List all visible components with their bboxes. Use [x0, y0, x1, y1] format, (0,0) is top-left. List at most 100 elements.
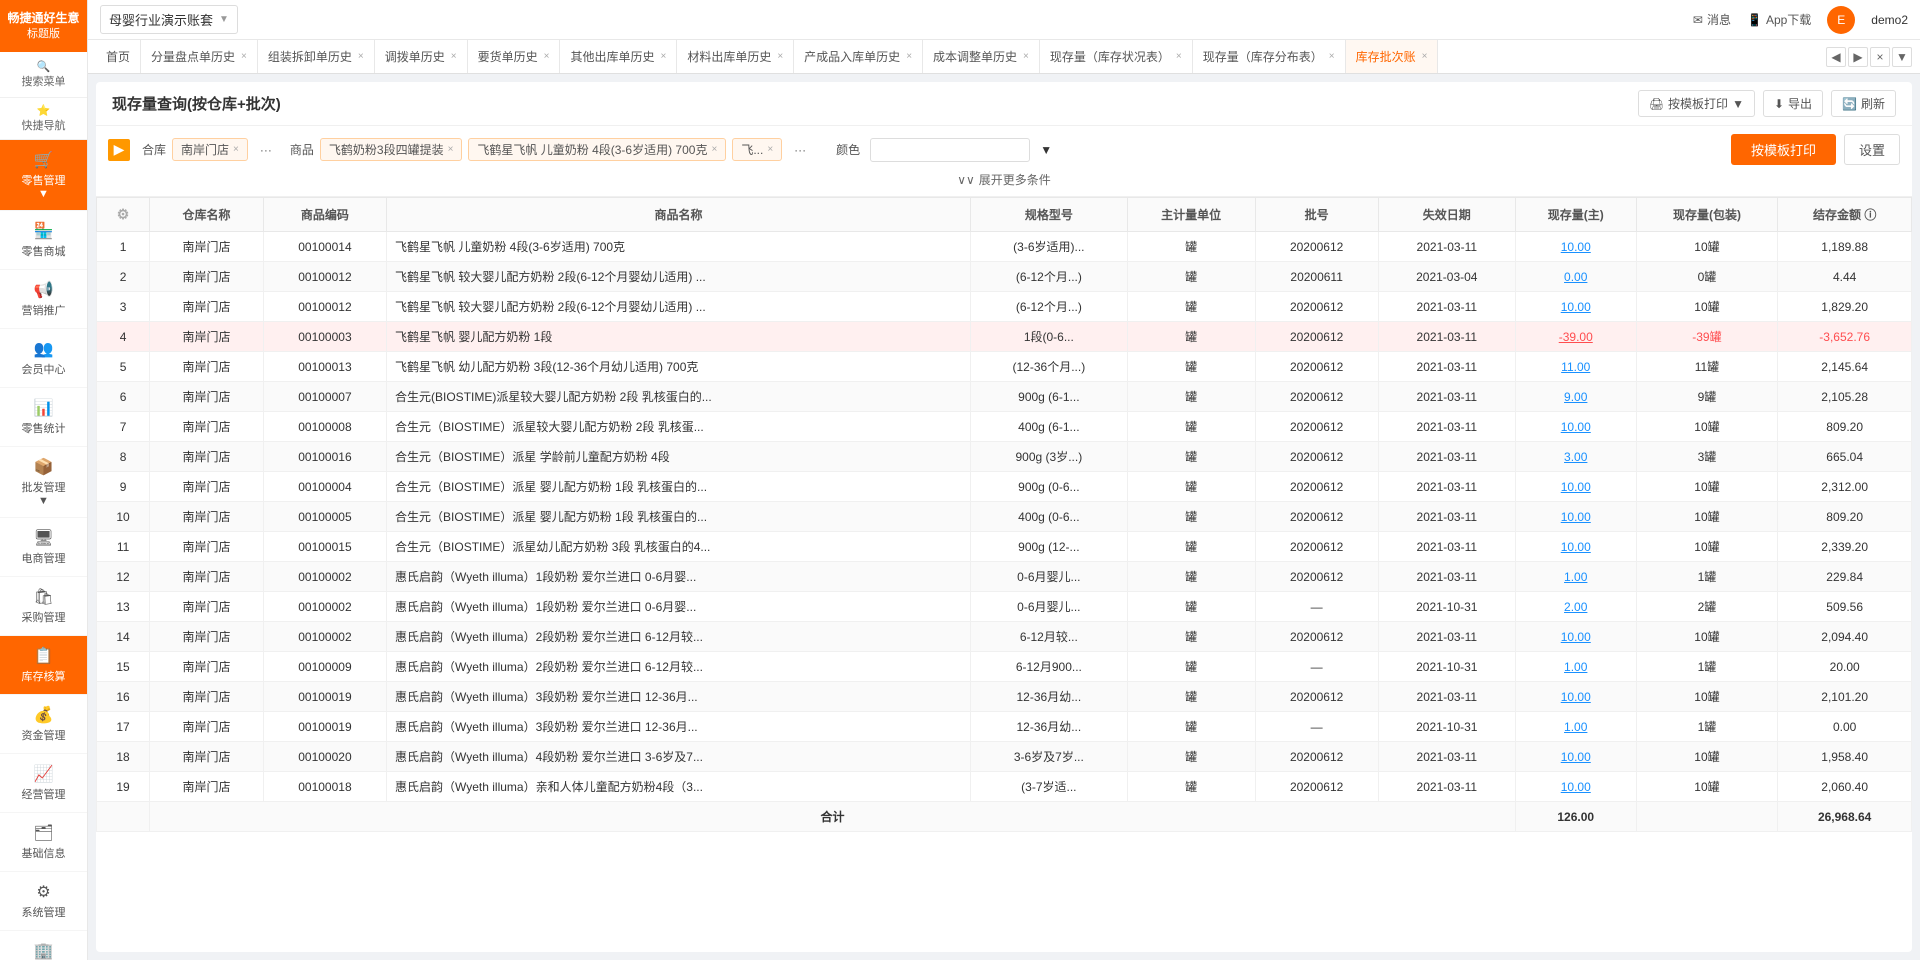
product-tag-2-close[interactable]: ×: [711, 144, 717, 155]
tab-prev-btn[interactable]: ◀: [1826, 47, 1846, 67]
tab-close-batch-voucher[interactable]: ×: [1422, 51, 1428, 62]
cell-qty[interactable]: 9.00: [1515, 382, 1636, 412]
tab-close-product-in[interactable]: ×: [906, 51, 912, 62]
cell-qty[interactable]: 1.00: [1515, 652, 1636, 682]
cell-warehouse: 南岸门店: [150, 292, 264, 322]
tab-require[interactable]: 要货单历史 ×: [468, 40, 561, 74]
tab-other-out[interactable]: 其他出库单历史 ×: [560, 40, 677, 74]
cell-qty[interactable]: 10.00: [1515, 742, 1636, 772]
sidebar-item-retail-mgmt[interactable]: 🛒 零售管理 ▼: [0, 140, 87, 211]
sidebar-item-inventory[interactable]: 📋 库存核算: [0, 636, 87, 695]
cell-qty[interactable]: 11.00: [1515, 352, 1636, 382]
product-tag-1-close[interactable]: ×: [448, 144, 454, 155]
product-more-btn[interactable]: ···: [788, 141, 812, 159]
cell-qty[interactable]: 10.00: [1515, 292, 1636, 322]
tab-split[interactable]: 分量盘点单历史 ×: [141, 40, 258, 74]
sidebar-item-system[interactable]: ⚙ 系统管理: [0, 872, 87, 931]
sidebar-item-wholesale[interactable]: 📦 批发管理 ▼: [0, 447, 87, 518]
tab-close-require[interactable]: ×: [544, 51, 550, 62]
warehouse-more-btn[interactable]: ···: [254, 141, 278, 159]
expand-more-btn[interactable]: ∨∨ 展开更多条件: [108, 171, 1900, 188]
message-btn[interactable]: ✉ 消息: [1693, 11, 1731, 28]
sidebar-item-marketing[interactable]: 📢 营销推广: [0, 270, 87, 329]
sidebar-search[interactable]: 🔍 搜索菜单: [0, 52, 87, 98]
refresh-btn[interactable]: 🔄 刷新: [1831, 90, 1896, 117]
cell-qty[interactable]: 10.00: [1515, 532, 1636, 562]
tab-product-in[interactable]: 产成品入库单历史 ×: [794, 40, 923, 74]
tab-close-current-btn[interactable]: ×: [1870, 47, 1890, 67]
query-btn[interactable]: 按模板打印: [1731, 134, 1836, 165]
app-download-btn[interactable]: 📱 App下载: [1747, 11, 1811, 28]
cell-qty[interactable]: 10.00: [1515, 682, 1636, 712]
tab-close-stock-dist[interactable]: ×: [1329, 51, 1335, 62]
tab-stock-dist[interactable]: 现存量（库存分布表） ×: [1193, 40, 1346, 74]
cell-unit: 罐: [1127, 562, 1255, 592]
tab-next-btn[interactable]: ▶: [1848, 47, 1868, 67]
cell-qty[interactable]: 0.00: [1515, 262, 1636, 292]
cell-qty[interactable]: 10.00: [1515, 772, 1636, 802]
tab-close-stock-status[interactable]: ×: [1176, 51, 1182, 62]
tab-close-mix[interactable]: ×: [451, 51, 457, 62]
settings-btn[interactable]: 设置: [1844, 134, 1900, 165]
print-btn[interactable]: 🖨 按模板打印 ▼: [1638, 90, 1755, 117]
cell-qty[interactable]: 1.00: [1515, 712, 1636, 742]
tab-home[interactable]: 首页: [96, 40, 141, 74]
cell-expire: 2021-03-11: [1378, 532, 1515, 562]
cell-qty[interactable]: 10.00: [1515, 232, 1636, 262]
total-amount: 26,968.64: [1778, 802, 1912, 832]
sidebar-item-base[interactable]: 🗂 基础信息: [0, 813, 87, 872]
color-dropdown-icon[interactable]: ▼: [1040, 143, 1052, 157]
sidebar-item-operation[interactable]: 📈 经营管理: [0, 754, 87, 813]
tab-close-dismantle[interactable]: ×: [358, 51, 364, 62]
cell-spec: (3-7岁适...: [970, 772, 1127, 802]
cell-qty[interactable]: 10.00: [1515, 502, 1636, 532]
sidebar-shortcut[interactable]: ⭐ 快捷导航: [0, 98, 87, 140]
table-row: 10南岸门店00100005合生元（BIOSTIME）派星 婴儿配方奶粉 1段 …: [97, 502, 1912, 532]
tab-batch-voucher[interactable]: 库存批次账 ×: [1346, 40, 1439, 74]
cell-expire: 2021-03-04: [1378, 262, 1515, 292]
tab-dismantle[interactable]: 组装拆卸单历史 ×: [258, 40, 375, 74]
sidebar-item-finance[interactable]: 💰 资金管理: [0, 695, 87, 754]
tab-menu-btn[interactable]: ▼: [1892, 47, 1912, 67]
cell-no: 16: [97, 682, 150, 712]
tab-cost-adjust[interactable]: 成本调整单历史 ×: [923, 40, 1040, 74]
cell-pkg: 10罐: [1636, 682, 1778, 712]
tab-material-out[interactable]: 材料出库单历史 ×: [677, 40, 794, 74]
sidebar-item-ecommerce[interactable]: 🖥 电商管理: [0, 518, 87, 577]
color-input[interactable]: [870, 138, 1030, 162]
color-filter-label: 颜色: [836, 141, 860, 158]
cell-qty[interactable]: 10.00: [1515, 472, 1636, 502]
tab-close-material-out[interactable]: ×: [777, 51, 783, 62]
cell-qty[interactable]: 10.00: [1515, 412, 1636, 442]
account-dropdown[interactable]: 母婴行业演示账套 ▼: [100, 5, 238, 34]
sidebar-item-enterprise[interactable]: 🏢 企业协同: [0, 931, 87, 960]
product-tag-3-close[interactable]: ×: [767, 144, 773, 155]
cell-qty[interactable]: 3.00: [1515, 442, 1636, 472]
cell-qty[interactable]: 2.00: [1515, 592, 1636, 622]
sidebar-item-purchase[interactable]: 🛍 采购管理: [0, 577, 87, 636]
tab-close-cost-adjust[interactable]: ×: [1023, 51, 1029, 62]
tab-close-other-out[interactable]: ×: [660, 51, 666, 62]
col-unit: 主计量单位: [1127, 198, 1255, 232]
tab-mix[interactable]: 调拨单历史 ×: [375, 40, 468, 74]
cell-no: 2: [97, 262, 150, 292]
cell-warehouse: 南岸门店: [150, 412, 264, 442]
cell-qty[interactable]: 1.00: [1515, 562, 1636, 592]
cell-qty[interactable]: 10.00: [1515, 622, 1636, 652]
sidebar-item-retail-stats[interactable]: 📊 零售统计: [0, 388, 87, 447]
tab-stock-status[interactable]: 现存量（库存状况表） ×: [1040, 40, 1193, 74]
toggle-expand-btn[interactable]: ▶: [108, 139, 130, 161]
sidebar-item-retail-mall[interactable]: 🏪 零售商城: [0, 211, 87, 270]
cell-code: 00100020: [263, 742, 386, 772]
tab-close-split[interactable]: ×: [241, 51, 247, 62]
col-settings[interactable]: ⚙: [97, 198, 150, 232]
cell-no: 3: [97, 292, 150, 322]
sidebar-item-member[interactable]: 👥 会员中心: [0, 329, 87, 388]
page-title: 现存量查询(按仓库+批次): [112, 93, 281, 114]
export-btn[interactable]: ⬇ 导出: [1763, 90, 1823, 117]
cell-qty[interactable]: -39.00: [1515, 322, 1636, 352]
warehouse-tag-close[interactable]: ×: [233, 144, 239, 155]
cell-amount: 2,339.20: [1778, 532, 1912, 562]
cell-warehouse: 南岸门店: [150, 262, 264, 292]
cell-unit: 罐: [1127, 502, 1255, 532]
